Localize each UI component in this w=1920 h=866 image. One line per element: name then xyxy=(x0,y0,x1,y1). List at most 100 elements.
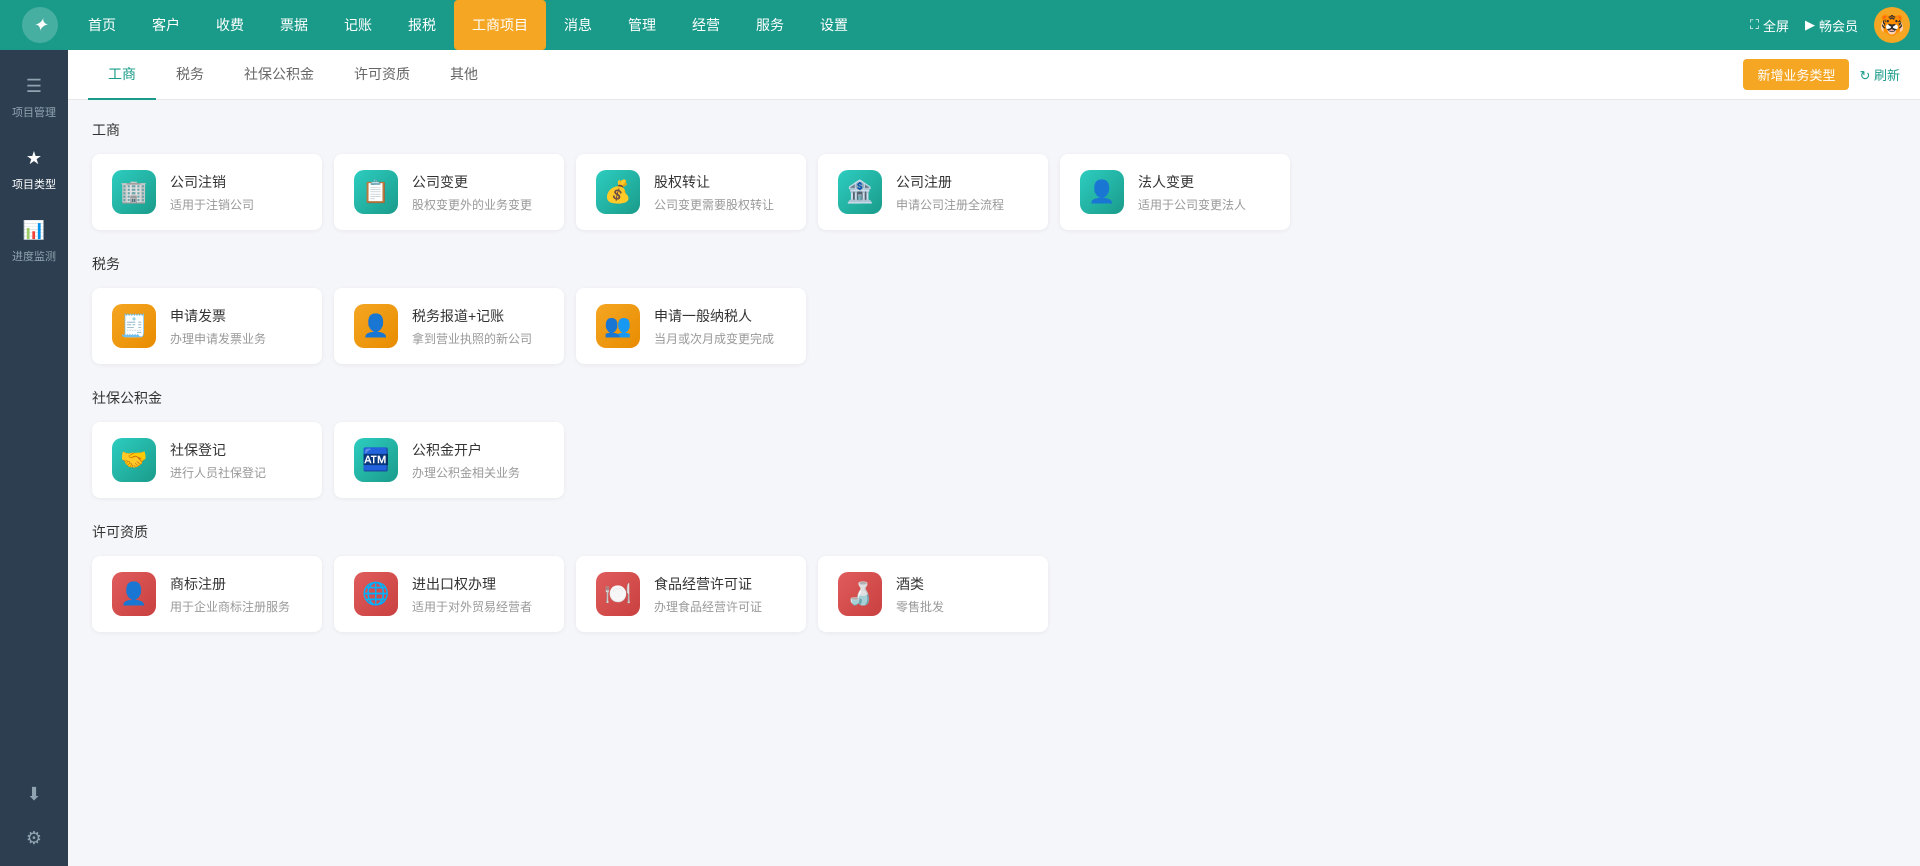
fullscreen-button[interactable]: ⛶ 全屏 xyxy=(1750,16,1789,35)
card-icon-社保登记: 🤝 xyxy=(112,438,156,482)
nav-item-工商项目[interactable]: 工商项目 xyxy=(454,0,546,50)
logo-area: ✦ xyxy=(10,7,70,43)
card-desc: 零售批发 xyxy=(896,598,944,615)
nav-item-经营[interactable]: 经营 xyxy=(674,0,738,50)
main-content: 工商 🏢 公司注销 适用于注销公司 📋 公司变更 股权变更外的业务变更 💰 股权… xyxy=(68,100,1920,866)
card-icon-税务报道+记账: 👤 xyxy=(354,304,398,348)
sidebar-item-进度监测[interactable]: 📊 进度监测 xyxy=(0,204,68,276)
nav-item-服务[interactable]: 服务 xyxy=(738,0,802,50)
card-icon-股权转让: 💰 xyxy=(596,170,640,214)
card-申请发票[interactable]: 🧾 申请发票 办理申请发票业务 xyxy=(92,288,322,364)
card-desc: 用于企业商标注册服务 xyxy=(170,598,290,615)
fullscreen-label: 全屏 xyxy=(1763,16,1789,35)
tab-税务[interactable]: 税务 xyxy=(156,50,224,100)
logo-icon: ✦ xyxy=(22,7,58,43)
section-title-许可资质: 许可资质 xyxy=(92,522,1896,542)
nav-item-记账[interactable]: 记账 xyxy=(326,0,390,50)
sidebar-label: 进度监测 xyxy=(12,248,56,264)
card-text-公司注册: 公司注册 申请公司注册全流程 xyxy=(896,172,1004,213)
section-title-社保公积金: 社保公积金 xyxy=(92,388,1896,408)
card-公司注销[interactable]: 🏢 公司注销 适用于注销公司 xyxy=(92,154,322,230)
card-text-公司注销: 公司注销 适用于注销公司 xyxy=(170,172,254,213)
card-title: 食品经营许可证 xyxy=(654,574,762,594)
card-进出口权办理[interactable]: 🌐 进出口权办理 适用于对外贸易经营者 xyxy=(334,556,564,632)
sidebar-label: 项目管理 xyxy=(12,104,56,120)
card-text-税务报道+记账: 税务报道+记账 拿到营业执照的新公司 xyxy=(412,306,532,347)
card-社保登记[interactable]: 🤝 社保登记 进行人员社保登记 xyxy=(92,422,322,498)
tab-许可资质[interactable]: 许可资质 xyxy=(334,50,430,100)
card-法人变更[interactable]: 👤 法人变更 适用于公司变更法人 xyxy=(1060,154,1290,230)
sidebar-item-项目管理[interactable]: ☰ 项目管理 xyxy=(0,60,68,132)
settings-icon[interactable]: ⚙ xyxy=(16,820,52,856)
tab-其他[interactable]: 其他 xyxy=(430,50,498,100)
card-title: 税务报道+记账 xyxy=(412,306,532,326)
card-text-申请发票: 申请发票 办理申请发票业务 xyxy=(170,306,266,347)
card-desc: 股权变更外的业务变更 xyxy=(412,196,532,213)
card-icon-公司注销: 🏢 xyxy=(112,170,156,214)
card-公司变更[interactable]: 📋 公司变更 股权变更外的业务变更 xyxy=(334,154,564,230)
card-icon-酒类: 🍶 xyxy=(838,572,882,616)
nav-item-消息[interactable]: 消息 xyxy=(546,0,610,50)
card-title: 股权转让 xyxy=(654,172,774,192)
nav-item-报税[interactable]: 报税 xyxy=(390,0,454,50)
content-area: 工商税务社保公积金许可资质其他 新增业务类型 ↻ 刷新 工商 🏢 公司注销 适用… xyxy=(68,50,1920,866)
card-desc: 进行人员社保登记 xyxy=(170,464,266,481)
card-icon-申请一般纳税人: 👥 xyxy=(596,304,640,348)
card-text-法人变更: 法人变更 适用于公司变更法人 xyxy=(1138,172,1246,213)
card-desc: 办理公积金相关业务 xyxy=(412,464,520,481)
section-title-税务: 税务 xyxy=(92,254,1896,274)
sidebar-icon: 📊 xyxy=(20,216,48,244)
nav-item-票据[interactable]: 票据 xyxy=(262,0,326,50)
card-desc: 办理食品经营许可证 xyxy=(654,598,762,615)
section-title-工商: 工商 xyxy=(92,120,1896,140)
card-商标注册[interactable]: 👤 商标注册 用于企业商标注册服务 xyxy=(92,556,322,632)
card-icon-法人变更: 👤 xyxy=(1080,170,1124,214)
card-食品经营许可证[interactable]: 🍽️ 食品经营许可证 办理食品经营许可证 xyxy=(576,556,806,632)
add-business-type-button[interactable]: 新增业务类型 xyxy=(1743,59,1849,90)
card-desc: 当月或次月成变更完成 xyxy=(654,330,774,347)
nav-item-收费[interactable]: 收费 xyxy=(198,0,262,50)
card-title: 法人变更 xyxy=(1138,172,1246,192)
nav-item-管理[interactable]: 管理 xyxy=(610,0,674,50)
card-text-公司变更: 公司变更 股权变更外的业务变更 xyxy=(412,172,532,213)
nav-item-首页[interactable]: 首页 xyxy=(70,0,134,50)
card-股权转让[interactable]: 💰 股权转让 公司变更需要股权转让 xyxy=(576,154,806,230)
card-title: 商标注册 xyxy=(170,574,290,594)
card-酒类[interactable]: 🍶 酒类 零售批发 xyxy=(818,556,1048,632)
card-text-申请一般纳税人: 申请一般纳税人 当月或次月成变更完成 xyxy=(654,306,774,347)
nav-item-客户[interactable]: 客户 xyxy=(134,0,198,50)
card-desc: 申请公司注册全流程 xyxy=(896,196,1004,213)
cards-grid-税务: 🧾 申请发票 办理申请发票业务 👤 税务报道+记账 拿到营业执照的新公司 👥 申… xyxy=(92,288,1896,364)
main-container: ☰项目管理★项目类型📊进度监测 ⬇ ⚙ 工商税务社保公积金许可资质其他 新增业务… xyxy=(0,50,1920,866)
sidebar-icon: ★ xyxy=(20,144,48,172)
nav-item-设置[interactable]: 设置 xyxy=(802,0,866,50)
card-公司注册[interactable]: 🏦 公司注册 申请公司注册全流程 xyxy=(818,154,1048,230)
card-text-商标注册: 商标注册 用于企业商标注册服务 xyxy=(170,574,290,615)
card-icon-公司变更: 📋 xyxy=(354,170,398,214)
card-title: 公司注册 xyxy=(896,172,1004,192)
cards-grid-工商: 🏢 公司注销 适用于注销公司 📋 公司变更 股权变更外的业务变更 💰 股权转让 … xyxy=(92,154,1896,230)
card-icon-商标注册: 👤 xyxy=(112,572,156,616)
card-text-食品经营许可证: 食品经营许可证 办理食品经营许可证 xyxy=(654,574,762,615)
tab-bar: 工商税务社保公积金许可资质其他 新增业务类型 ↻ 刷新 xyxy=(68,50,1920,100)
card-税务报道+记账[interactable]: 👤 税务报道+记账 拿到营业执照的新公司 xyxy=(334,288,564,364)
cards-grid-许可资质: 👤 商标注册 用于企业商标注册服务 🌐 进出口权办理 适用于对外贸易经营者 🍽️… xyxy=(92,556,1896,632)
refresh-button[interactable]: ↻ 刷新 xyxy=(1859,65,1900,84)
card-text-酒类: 酒类 零售批发 xyxy=(896,574,944,615)
sidebar-item-项目类型[interactable]: ★项目类型 xyxy=(0,132,68,204)
tab-社保公积金[interactable]: 社保公积金 xyxy=(224,50,334,100)
card-公积金开户[interactable]: 🏧 公积金开户 办理公积金相关业务 xyxy=(334,422,564,498)
card-icon-进出口权办理: 🌐 xyxy=(354,572,398,616)
sidebar-icon: ☰ xyxy=(20,72,48,100)
vip-label: 畅会员 xyxy=(1819,16,1858,35)
download-icon[interactable]: ⬇ xyxy=(16,776,52,812)
card-title: 公司变更 xyxy=(412,172,532,192)
card-申请一般纳税人[interactable]: 👥 申请一般纳税人 当月或次月成变更完成 xyxy=(576,288,806,364)
tab-工商[interactable]: 工商 xyxy=(88,50,156,100)
card-icon-食品经营许可证: 🍽️ xyxy=(596,572,640,616)
card-icon-公积金开户: 🏧 xyxy=(354,438,398,482)
vip-button[interactable]: ▶ 畅会员 xyxy=(1805,16,1858,35)
card-desc: 适用于注销公司 xyxy=(170,196,254,213)
sidebar: ☰ 项目管理 ★项目类型 📊 进度监测 ⬇ ⚙ xyxy=(0,50,68,866)
card-title: 进出口权办理 xyxy=(412,574,532,594)
